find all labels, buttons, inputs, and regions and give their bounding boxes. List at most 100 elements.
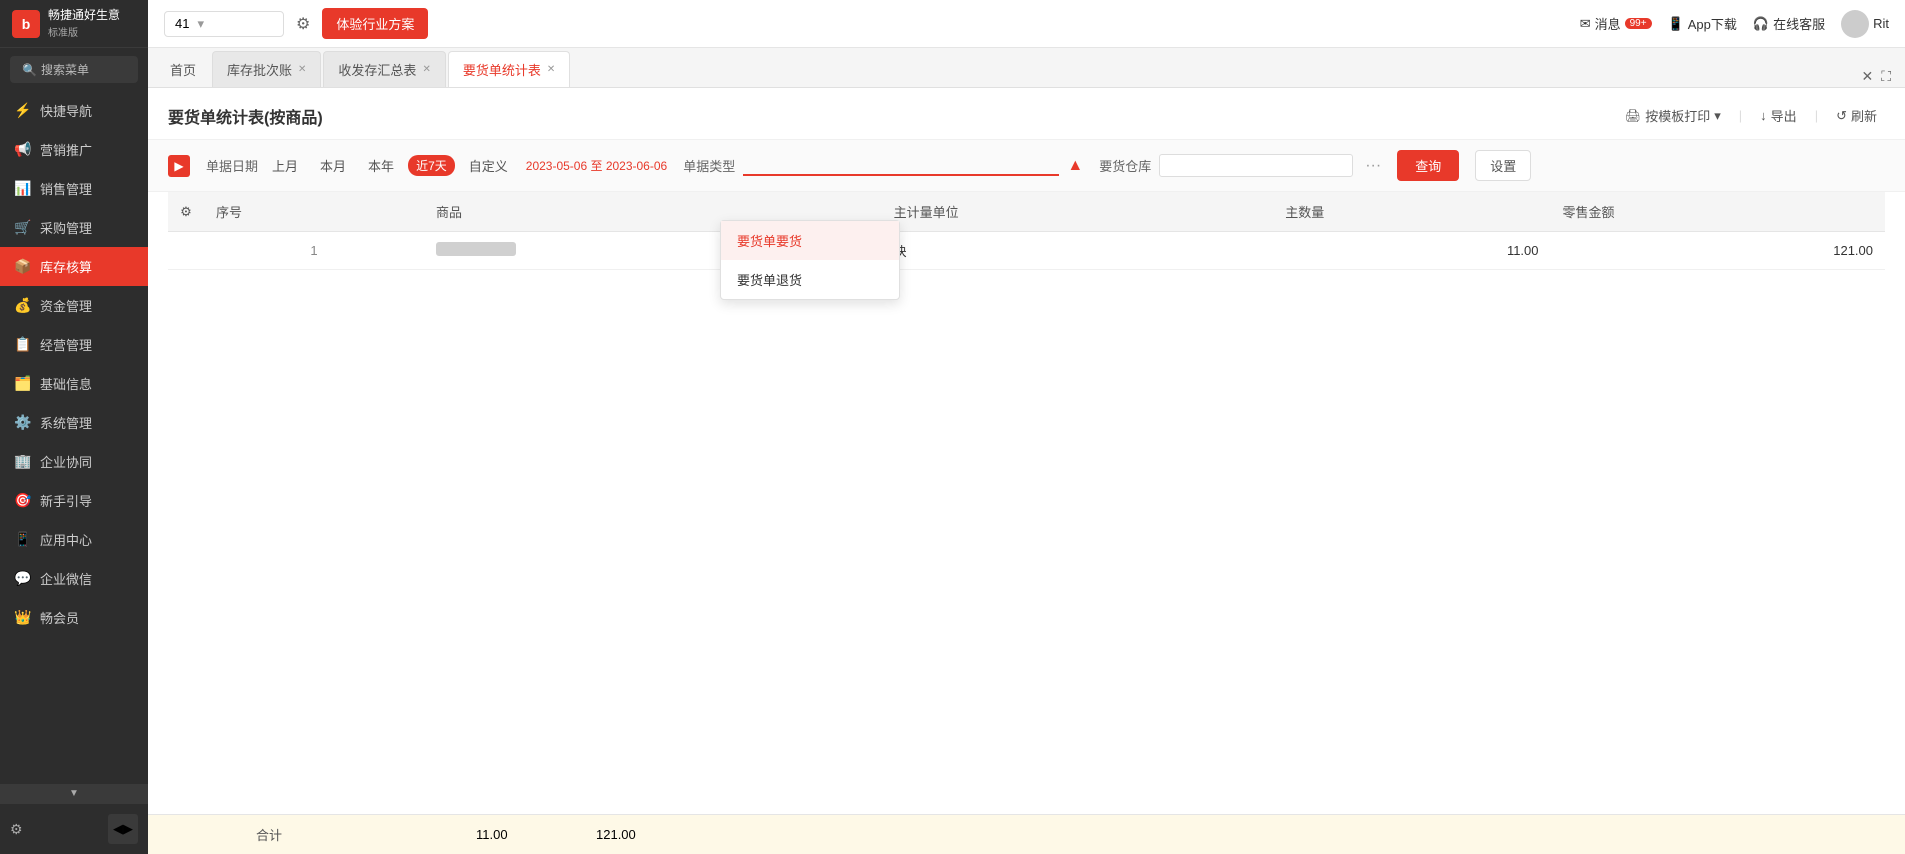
- warehouse-filter-group: 要货仓库 ···: [1099, 154, 1381, 177]
- sidebar-collapse-btn[interactable]: ◀▶: [108, 814, 138, 844]
- col-gear-header[interactable]: ⚙: [168, 192, 204, 232]
- warehouse-filter-input[interactable]: [1159, 154, 1353, 177]
- tab-batch[interactable]: 库存批次账✕: [212, 51, 321, 87]
- marketing-icon: 📢: [14, 141, 32, 159]
- print-icon: 🖨: [1625, 108, 1642, 124]
- sidebar-bottom: ⚙ ◀▶: [0, 803, 148, 854]
- sidebar-item-wechat[interactable]: 💬企业微信: [0, 559, 148, 598]
- date-cur-month-btn[interactable]: 本月: [312, 153, 354, 178]
- page-actions: 🖨 按模板打印 ▾ | ↓ 导出 | ↺ 刷新: [1617, 102, 1885, 129]
- purchase-icon: 🛒: [14, 219, 32, 237]
- dropdown-item-return[interactable]: 要货单退货: [721, 260, 899, 299]
- trial-btn[interactable]: 体验行业方案: [322, 8, 428, 39]
- sidebar-item-purchase[interactable]: 🛒采购管理: [0, 208, 148, 247]
- sidebar-item-appcenter[interactable]: 📱 应用中心: [0, 520, 148, 559]
- tab-summary[interactable]: 收发存汇总表 ✕: [323, 51, 445, 87]
- sidebar-item-label-marketing: 营销推广: [40, 140, 92, 159]
- sidebar-item-quicknav[interactable]: ⚡快捷导航: [0, 91, 148, 130]
- operations-icon: 📋: [14, 336, 32, 354]
- sidebar-item-enterprise[interactable]: 🏢 企业协同: [0, 442, 148, 481]
- tab-close-order_stats[interactable]: ✕: [547, 64, 555, 75]
- tab-label-home: 首页: [170, 60, 196, 79]
- content-area: 要货单统计表(按商品) 🖨 按模板打印 ▾ | ↓ 导出 | ↺ 刷新: [148, 88, 1905, 854]
- total-amount: 121.00: [584, 827, 704, 842]
- page-title: 要货单统计表(按商品): [168, 104, 323, 128]
- sidebar-item-label-enterprise: 企业协同: [40, 452, 92, 471]
- refresh-btn[interactable]: ↺ 刷新: [1828, 102, 1885, 129]
- warehouse-filter-label: 要货仓库: [1099, 156, 1151, 175]
- dropdown-item-order[interactable]: 要货单要货: [721, 221, 899, 260]
- type-dropdown: 要货单要货 要货单退货: [720, 220, 900, 300]
- topbar-right: ✉ 消息 99+ 📱 App下载 🎧 在线客服 Rit: [1580, 10, 1889, 38]
- main-area: 41 ▾ ⚙ 体验行业方案 ✉ 消息 99+ 📱 App下载 🎧 在线客服 R: [148, 0, 1905, 854]
- filter-more-dots-icon[interactable]: ···: [1365, 157, 1381, 175]
- sidebar: b 畅捷通好生意 标准版 🔍 搜索菜单 ⚡快捷导航📢营销推广📊销售管理🛒采购管理…: [0, 0, 148, 854]
- date-custom-btn[interactable]: 自定义: [461, 153, 516, 178]
- sidebar-item-guide[interactable]: 🎯 新手引导: [0, 481, 148, 520]
- export-label: 导出: [1771, 106, 1797, 125]
- query-btn[interactable]: 查询: [1397, 150, 1459, 181]
- company-selector-text: 41: [175, 16, 189, 31]
- type-filter-clear-icon[interactable]: ▲: [1067, 157, 1083, 175]
- filter-expand-btn[interactable]: ▶: [168, 155, 190, 177]
- search-icon: 🔍: [22, 63, 37, 77]
- download-icon: 📱: [1668, 16, 1684, 32]
- appcenter-icon: 📱: [14, 531, 32, 549]
- enterprise-icon: 🏢: [14, 453, 32, 471]
- date-recent-7-btn[interactable]: 近7天: [408, 155, 455, 176]
- sidebar-item-system[interactable]: ⚙️系统管理: [0, 403, 148, 442]
- sidebar-item-basic[interactable]: 🗂️基础信息: [0, 364, 148, 403]
- sidebar-item-inventory[interactable]: 📦库存核算: [0, 247, 148, 286]
- tab-label-order_stats: 要货单统计表: [463, 60, 541, 79]
- search-label: 搜索菜单: [41, 61, 89, 78]
- settings-bottom-icon[interactable]: ⚙: [10, 821, 23, 838]
- sidebar-item-member[interactable]: 👑畅会员: [0, 598, 148, 637]
- tab-label-summary: 收发存汇总表: [338, 60, 416, 79]
- topbar-left: 41 ▾ ⚙ 体验行业方案: [164, 8, 428, 39]
- tabbar: 首页库存批次账✕ 收发存汇总表 ✕ 要货单统计表 ✕ ✕ ⛶: [148, 48, 1905, 88]
- table-row: 1 块 11.00 121.00: [168, 232, 1885, 270]
- quicknav-icon: ⚡: [14, 102, 32, 120]
- type-filter-input[interactable]: [743, 155, 1059, 176]
- company-selector[interactable]: 41 ▾: [164, 11, 284, 37]
- sidebar-item-finance[interactable]: 💰资金管理: [0, 286, 148, 325]
- app-sub: 标准版: [48, 24, 120, 39]
- filter-settings-btn[interactable]: 设置: [1475, 150, 1531, 181]
- sidebar-scroll-down[interactable]: ▼: [0, 784, 148, 803]
- wechat-icon: 💬: [14, 570, 32, 588]
- type-filter-group: 单据类型 ▲: [683, 155, 1083, 176]
- tab-close-all-btn[interactable]: ✕: [1857, 66, 1877, 87]
- date-prev-month-btn[interactable]: 上月: [264, 153, 306, 178]
- export-btn[interactable]: ↓ 导出: [1752, 102, 1805, 129]
- print-btn[interactable]: 🖨 按模板打印 ▾: [1617, 102, 1729, 129]
- sidebar-item-label-guide: 新手引导: [40, 491, 92, 510]
- tab-home[interactable]: 首页: [156, 52, 210, 87]
- export-icon: ↓: [1760, 108, 1767, 123]
- online-service-btn[interactable]: 🎧 在线客服: [1753, 14, 1825, 33]
- collapse-icon: ◀▶: [113, 821, 133, 837]
- page-header: 要货单统计表(按商品) 🖨 按模板打印 ▾ | ↓ 导出 | ↺ 刷新: [148, 88, 1905, 140]
- sidebar-item-operations[interactable]: 📋 经营管理: [0, 325, 148, 364]
- avatar-img: [1841, 10, 1869, 38]
- user-avatar[interactable]: Rit: [1841, 10, 1889, 38]
- app-name-block: 畅捷通好生意 标准版: [48, 8, 120, 39]
- tab-close-summary[interactable]: ✕: [422, 64, 430, 75]
- sidebar-item-label-operations: 经营管理: [40, 335, 92, 354]
- message-btn[interactable]: ✉ 消息 99+: [1580, 14, 1652, 33]
- guide-icon: 🎯: [14, 492, 32, 510]
- tab-order_stats[interactable]: 要货单统计表 ✕: [448, 51, 570, 87]
- sidebar-search[interactable]: 🔍 搜索菜单: [10, 56, 138, 83]
- sidebar-item-marketing[interactable]: 📢 营销推广: [0, 130, 148, 169]
- sidebar-item-label-appcenter: 应用中心: [40, 530, 92, 549]
- topbar-settings-icon[interactable]: ⚙: [296, 14, 310, 34]
- tab-maximize-btn[interactable]: ⛶: [1877, 66, 1895, 87]
- total-label: 合计: [244, 825, 364, 844]
- sidebar-item-sales[interactable]: 📊销售管理: [0, 169, 148, 208]
- print-chevron-icon: ▾: [1714, 108, 1721, 124]
- app-download-label: App下载: [1688, 14, 1737, 33]
- basic-icon: 🗂️: [14, 375, 32, 393]
- app-download-btn[interactable]: 📱 App下载: [1668, 14, 1737, 33]
- date-cur-year-btn[interactable]: 本年: [360, 153, 402, 178]
- tab-close-batch[interactable]: ✕: [298, 64, 306, 75]
- action-divider2: |: [1815, 108, 1818, 123]
